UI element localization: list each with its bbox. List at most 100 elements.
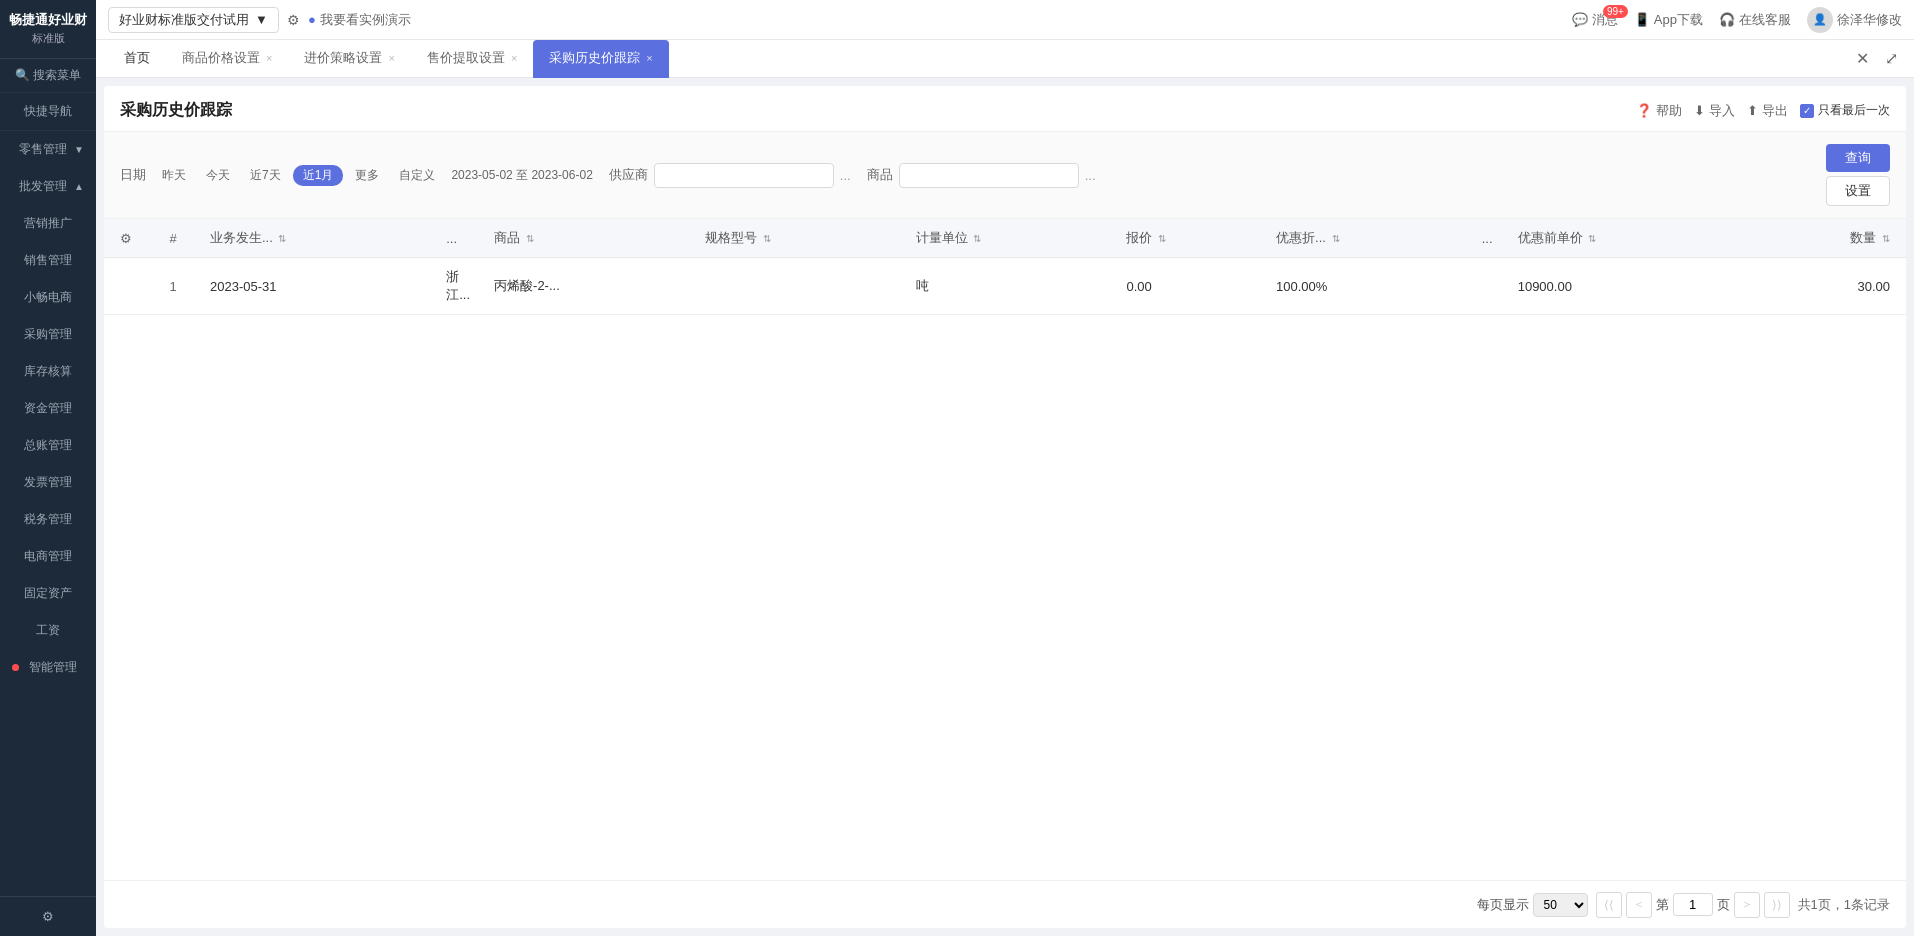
sidebar-item-finance[interactable]: 资金管理 — [0, 390, 96, 427]
only-last-label: 只看最后一次 — [1818, 102, 1890, 119]
sidebar-item-marketing[interactable]: 营销推广 — [0, 205, 96, 242]
date-option-more[interactable]: 更多 — [347, 165, 387, 186]
col-goods-label: 商品 — [494, 230, 520, 245]
col-settings[interactable]: ⚙ — [104, 219, 148, 258]
date-option-today[interactable]: 今天 — [198, 165, 238, 186]
sidebar-item-inventory[interactable]: 库存核算 — [0, 353, 96, 390]
tab-history-price[interactable]: 采购历史价跟踪 × — [533, 40, 668, 78]
sidebar-item-wholesale[interactable]: 批发管理 ▲ — [0, 168, 96, 205]
sidebar-item-smart[interactable]: 智能管理 — [0, 649, 96, 686]
cell-discount-more — [1470, 258, 1506, 315]
col-unit[interactable]: 计量单位 ⇅ — [904, 219, 1115, 258]
sort-arrows-unit: ⇅ — [973, 233, 981, 244]
finance-label: 资金管理 — [12, 400, 84, 417]
row-unit: 吨 — [916, 278, 929, 293]
col-date-label: 业务发生... — [210, 230, 273, 245]
query-button[interactable]: 查询 — [1826, 144, 1890, 172]
table-settings-icon[interactable]: ⚙ — [120, 231, 132, 246]
cell-supplier: 浙江... — [434, 258, 482, 315]
settings-button[interactable]: 设置 — [1826, 176, 1890, 206]
sidebar-item-invoice[interactable]: 发票管理 — [0, 464, 96, 501]
tab-close-btn[interactable]: ✕ — [1852, 45, 1873, 72]
sidebar-item-sales[interactable]: 销售管理 — [0, 242, 96, 279]
prev-page-btn[interactable]: ＜ — [1626, 892, 1652, 918]
avatar: 👤 — [1807, 7, 1833, 33]
sidebar-item-salary[interactable]: 工资 — [0, 612, 96, 649]
col-discount-more-label: ... — [1482, 231, 1493, 246]
col-before-price[interactable]: 优惠前单价 ⇅ — [1506, 219, 1747, 258]
tab-price[interactable]: 商品价格设置 × — [166, 40, 288, 78]
supplier-more-btn[interactable]: ... — [840, 168, 851, 183]
cell-discount: 100.00% — [1264, 258, 1470, 315]
export-btn[interactable]: ⬆ 导出 — [1747, 102, 1788, 120]
tab-purchase-strategy-label: 进价策略设置 — [304, 49, 382, 67]
next-page-btn[interactable]: ＞ — [1734, 892, 1760, 918]
goods-more-btn[interactable]: ... — [1085, 168, 1096, 183]
filter-bar: 日期 昨天 今天 近7天 近1月 更多 自定义 2023-05-02 至 202… — [104, 132, 1906, 219]
sales-label: 销售管理 — [12, 252, 84, 269]
salary-label: 工资 — [12, 622, 84, 639]
date-option-1month[interactable]: 近1月 — [293, 165, 344, 186]
sidebar-item-tax[interactable]: 税务管理 — [0, 501, 96, 538]
tab-purchase-strategy[interactable]: 进价策略设置 × — [288, 40, 410, 78]
supplier-input[interactable] — [654, 163, 834, 188]
import-icon: ⬇ — [1694, 103, 1705, 118]
first-page-btn[interactable]: ⟨⟨ — [1596, 892, 1622, 918]
sidebar-search[interactable]: 🔍 搜索菜单 — [0, 59, 96, 93]
tab-price-close[interactable]: × — [266, 52, 272, 64]
col-num: # — [148, 219, 198, 258]
tab-sale-price[interactable]: 售价提取设置 × — [411, 40, 533, 78]
tab-expand-btn[interactable]: ⤢ — [1881, 45, 1902, 72]
page-nav: ⟨⟨ ＜ 第 页 ＞ ⟩⟩ — [1596, 892, 1790, 918]
headset-icon: 🎧 — [1719, 12, 1735, 27]
user-name: 徐泽华修改 — [1837, 11, 1902, 29]
date-option-custom[interactable]: 自定义 — [391, 165, 443, 186]
page-input[interactable] — [1673, 893, 1713, 916]
sidebar-quick-nav[interactable]: 快捷导航 — [0, 93, 96, 131]
last-page-btn[interactable]: ⟩⟩ — [1764, 892, 1790, 918]
tab-home[interactable]: 首页 — [108, 40, 166, 78]
app-download-btn[interactable]: 📱 App下载 — [1634, 11, 1703, 29]
sidebar-item-fixed-assets[interactable]: 固定资产 — [0, 575, 96, 612]
messages-btn[interactable]: 💬 消息 99+ — [1572, 11, 1618, 29]
per-page-group: 每页显示 20 50 100 — [1477, 893, 1588, 917]
table-header-row: ⚙ # 业务发生... ⇅ ... 商品 ⇅ — [104, 219, 1906, 258]
only-last-checkbox-group[interactable]: ✓ 只看最后一次 — [1800, 102, 1890, 119]
date-range-display: 2023-05-02 至 2023-06-02 — [451, 167, 592, 184]
col-discount-more[interactable]: ... — [1470, 219, 1506, 258]
col-date[interactable]: 业务发生... ⇅ — [198, 219, 434, 258]
goods-input[interactable] — [899, 163, 1079, 188]
sidebar-settings-btn[interactable]: ⚙ — [0, 896, 96, 936]
online-service-btn[interactable]: 🎧 在线客服 — [1719, 11, 1791, 29]
only-last-checkbox[interactable]: ✓ — [1800, 104, 1814, 118]
demo-btn[interactable]: ● 我要看实例演示 — [308, 11, 411, 29]
sort-arrows-price: ⇅ — [1158, 233, 1166, 244]
date-option-yesterday[interactable]: 昨天 — [154, 165, 194, 186]
sidebar-item-retail[interactable]: 零售管理 ▼ — [0, 131, 96, 168]
col-price[interactable]: 报价 ⇅ — [1114, 219, 1264, 258]
col-quantity[interactable]: 数量 ⇅ — [1747, 219, 1906, 258]
sidebar-item-ecommerce[interactable]: 电商管理 — [0, 538, 96, 575]
col-spec[interactable]: 规格型号 ⇅ — [693, 219, 904, 258]
user-menu[interactable]: 👤 徐泽华修改 — [1807, 7, 1902, 33]
topbar-settings-btn[interactable]: ⚙ — [287, 12, 300, 28]
import-btn[interactable]: ⬇ 导入 — [1694, 102, 1735, 120]
tab-sale-price-close[interactable]: × — [511, 52, 517, 64]
app-name: 畅捷通好业财 — [8, 12, 88, 29]
date-option-7days[interactable]: 近7天 — [242, 165, 289, 186]
date-label: 日期 — [120, 166, 146, 184]
tab-purchase-strategy-close[interactable]: × — [388, 52, 394, 64]
sidebar-item-ecommerce-small[interactable]: 小畅电商 — [0, 279, 96, 316]
per-page-select[interactable]: 20 50 100 — [1533, 893, 1588, 917]
app-download-label: App下载 — [1654, 11, 1703, 29]
sidebar-item-ledger[interactable]: 总账管理 — [0, 427, 96, 464]
sidebar-item-purchase[interactable]: 采购管理 — [0, 316, 96, 353]
export-label: 导出 — [1762, 102, 1788, 120]
sort-arrows-goods: ⇅ — [526, 233, 534, 244]
col-goods[interactable]: 商品 ⇅ — [482, 219, 693, 258]
app-selector[interactable]: 好业财标准版交付试用 ▼ — [108, 7, 279, 33]
col-more[interactable]: ... — [434, 219, 482, 258]
help-btn[interactable]: ❓ 帮助 — [1636, 102, 1682, 120]
col-discount[interactable]: 优惠折... ⇅ — [1264, 219, 1470, 258]
tab-history-price-close[interactable]: × — [646, 52, 652, 64]
